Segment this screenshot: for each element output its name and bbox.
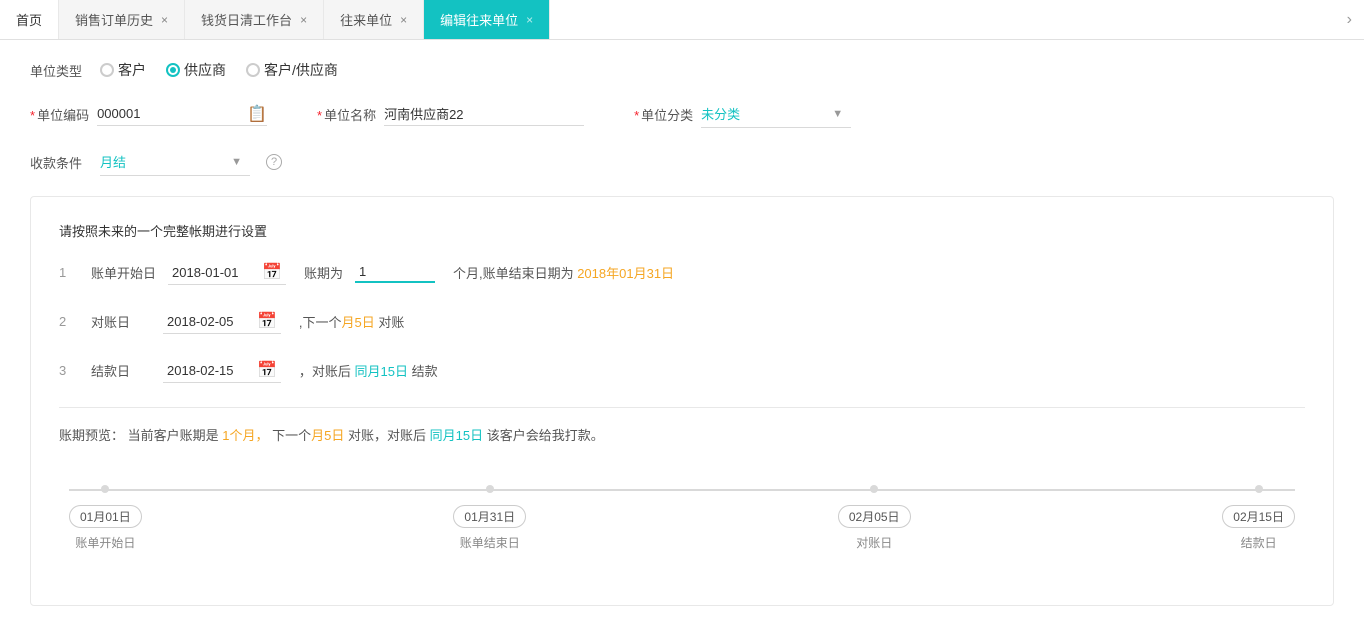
unit-name-group: *单位名称: [317, 102, 584, 126]
payment-terms-label: 收款条件: [30, 153, 82, 172]
row-1-desc-before: 账期为: [304, 263, 343, 282]
radio-circle-supplier: [166, 63, 180, 77]
row-num-1: 1: [59, 265, 79, 280]
payment-highlight: 同月15日: [355, 364, 408, 379]
payment-terms-dropdown[interactable]: 月结 ▼: [100, 148, 250, 176]
timeline-badge-2: 01月31日: [453, 505, 526, 528]
tab-sales-order-close[interactable]: ×: [161, 13, 168, 27]
tab-sales-order[interactable]: 销售订单历史 ×: [59, 0, 185, 39]
payment-terms-help-icon[interactable]: ?: [266, 154, 282, 170]
radio-label-supplier: 供应商: [184, 60, 226, 80]
timeline-point-1: 01月01日 账单开始日: [69, 481, 142, 551]
payment-terms-row: 收款条件 月结 ▼ ?: [30, 148, 1334, 176]
timeline-point-4: 02月15日 结款日: [1222, 481, 1295, 551]
setting-row-3: 3 结款日 📅 ，对账后 同月15日 结款: [59, 358, 1305, 383]
radio-label-customer: 客户: [118, 60, 146, 80]
unit-category-value: 未分类: [701, 104, 828, 123]
start-date-field: 📅: [168, 260, 286, 285]
payment-chevron-icon: ▼: [231, 156, 242, 168]
unit-category-group: *单位分类 未分类 ▼: [634, 100, 851, 128]
tab-cash-work[interactable]: 钱货日清工作台 ×: [185, 0, 324, 39]
reconcile-highlight: 月5日: [342, 315, 375, 330]
unit-code-icon[interactable]: 📋: [247, 104, 267, 124]
start-date-calendar-icon[interactable]: 📅: [262, 262, 282, 282]
tab-edit-partner-close[interactable]: ×: [526, 13, 533, 27]
tab-home[interactable]: 首页: [0, 0, 59, 39]
main-content: 单位类型 客户 供应商 客户/供应商 *单位编码 📋: [0, 40, 1364, 626]
timeline-label-2: 账单结束日: [460, 534, 520, 551]
unit-category-dropdown[interactable]: 未分类 ▼: [701, 100, 851, 128]
unit-name-label: *单位名称: [317, 105, 376, 124]
tab-edit-partner[interactable]: 编辑往来单位 ×: [424, 0, 550, 39]
unit-name-field-inner: [384, 102, 584, 126]
tab-partner[interactable]: 往来单位 ×: [324, 0, 424, 39]
timeline-label-4: 结款日: [1241, 534, 1277, 551]
row-label-2: 对账日: [91, 312, 151, 331]
timeline-badge-1: 01月01日: [69, 505, 142, 528]
radio-both[interactable]: 客户/供应商: [246, 60, 338, 80]
tab-partner-close[interactable]: ×: [400, 13, 407, 27]
tab-bar: 首页 销售订单历史 × 钱货日清工作台 × 往来单位 × 编辑往来单位 × ›: [0, 0, 1364, 40]
row-3-desc: ，对账后 同月15日 结款: [299, 361, 438, 380]
unit-category-label: *单位分类: [634, 105, 693, 124]
unit-name-input[interactable]: [384, 102, 584, 125]
preview-text-after: 该客户会给我打款。: [487, 428, 604, 443]
unit-info-row: *单位编码 📋 *单位名称 *单位分类 未分类 ▼: [30, 100, 1334, 128]
preview-section: 账期预览： 当前客户账期是 1个月， 下一个月5日 对账，对账后 同月15日 该…: [59, 407, 1305, 581]
reconcile-date-calendar-icon[interactable]: 📅: [257, 311, 277, 331]
radio-circle-customer: [100, 63, 114, 77]
payment-date-field: 📅: [163, 358, 281, 383]
unit-type-row: 单位类型 客户 供应商 客户/供应商: [30, 60, 1334, 80]
timeline-dot-1: [101, 485, 109, 493]
preview-highlight3: 同月15日: [430, 428, 483, 443]
settings-card: 请按照未来的一个完整帐期进行设置 1 账单开始日 📅 账期为 个月,账单结束日期…: [30, 196, 1334, 606]
timeline-badge-4: 02月15日: [1222, 505, 1295, 528]
timeline: 01月01日 账单开始日 01月31日 账单结束日 02月05日 对账日: [69, 471, 1295, 581]
timeline-dot-3: [870, 485, 878, 493]
radio-circle-both: [246, 63, 260, 77]
unit-code-input[interactable]: [97, 102, 247, 125]
radio-customer[interactable]: 客户: [100, 60, 146, 80]
preview-text: 账期预览： 当前客户账期是 1个月， 下一个月5日 对账，对账后 同月15日 该…: [59, 424, 1305, 447]
reconcile-date-field: 📅: [163, 309, 281, 334]
payment-date-input[interactable]: [167, 363, 257, 378]
unit-type-label: 单位类型: [30, 61, 82, 80]
chevron-down-icon: ▼: [832, 108, 843, 120]
setting-row-1: 1 账单开始日 📅 账期为 个月,账单结束日期为 2018年01月31日: [59, 260, 1305, 285]
row-num-2: 2: [59, 314, 79, 329]
reconcile-date-input[interactable]: [167, 314, 257, 329]
unit-code-group: *单位编码 📋: [30, 102, 267, 126]
row-1-desc-after: 个月,账单结束日期为 2018年01月31日: [453, 263, 674, 282]
timeline-point-2: 01月31日 账单结束日: [453, 481, 526, 551]
timeline-label-1: 账单开始日: [75, 534, 135, 551]
row-label-1: 账单开始日: [91, 263, 156, 282]
timeline-label-3: 对账日: [856, 534, 892, 551]
tab-expand-btn[interactable]: ›: [1335, 11, 1364, 29]
card-instruction: 请按照未来的一个完整帐期进行设置: [59, 221, 1305, 240]
payment-date-calendar-icon[interactable]: 📅: [257, 360, 277, 380]
timeline-badge-3: 02月05日: [838, 505, 911, 528]
timeline-dot-2: [486, 485, 494, 493]
payment-terms-value: 月结: [100, 152, 227, 171]
start-date-input[interactable]: [172, 265, 262, 280]
tab-cash-work-close[interactable]: ×: [300, 13, 307, 27]
preview-text-before: 当前客户账期是: [128, 428, 219, 443]
period-input[interactable]: [355, 262, 435, 283]
timeline-points: 01月01日 账单开始日 01月31日 账单结束日 02月05日 对账日: [69, 481, 1295, 551]
radio-label-both: 客户/供应商: [264, 60, 338, 80]
preview-highlight1: 1个月，: [222, 428, 268, 443]
end-date-highlight: 2018年01月31日: [577, 266, 674, 281]
setting-row-2: 2 对账日 📅 ,下一个月5日 对账: [59, 309, 1305, 334]
radio-supplier[interactable]: 供应商: [166, 60, 226, 80]
row-2-desc: ,下一个月5日 对账: [299, 312, 404, 331]
row-label-3: 结款日: [91, 361, 151, 380]
preview-label: 账期预览：: [59, 428, 124, 443]
unit-code-label: *单位编码: [30, 105, 89, 124]
unit-code-field-inner: 📋: [97, 102, 267, 126]
preview-highlight2: 月5日: [311, 428, 344, 443]
radio-group: 客户 供应商 客户/供应商: [100, 60, 338, 80]
timeline-point-3: 02月05日 对账日: [838, 481, 911, 551]
timeline-dot-4: [1255, 485, 1263, 493]
row-num-3: 3: [59, 363, 79, 378]
